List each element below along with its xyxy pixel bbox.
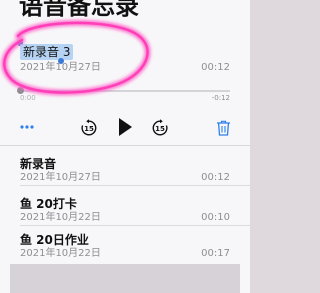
recording-duration: 00:17 <box>201 248 230 259</box>
recording-date: 2021年10月22日 <box>20 248 101 259</box>
page-title-container: 语音备忘录 <box>19 0 139 30</box>
recording-duration: 00:12 <box>201 172 230 183</box>
recording-title: 鱼 20打卡 <box>20 197 77 211</box>
recording-date: 2021年10月27日 <box>20 62 101 73</box>
recording-title: 新录音 <box>20 157 57 171</box>
recording-date: 2021年10月27日 <box>20 172 101 183</box>
time-remaining: -0:12 <box>211 94 230 102</box>
svg-text:15: 15 <box>84 125 94 133</box>
skip-back-15-icon[interactable]: 15 <box>80 119 98 137</box>
recording-duration: 00:12 <box>201 62 230 73</box>
bottom-content-area <box>10 264 240 293</box>
play-icon[interactable] <box>117 117 133 137</box>
trash-icon[interactable] <box>216 120 231 136</box>
skip-forward-15-icon[interactable]: 15 <box>151 119 169 137</box>
time-elapsed: 0:00 <box>20 94 36 102</box>
page-title: 语音备忘录 <box>19 0 139 20</box>
recording-list-item[interactable]: 鱼 20日作业 2021年10月22日 00:17 <box>0 222 250 262</box>
voice-memos-screen: 语音备忘录 新录音 3 2021年10月27日 00:12 0:00 -0:12… <box>0 0 250 293</box>
recording-title: 鱼 20日作业 <box>20 233 89 247</box>
recording-list-item[interactable]: 鱼 20打卡 2021年10月22日 00:10 <box>0 186 250 226</box>
svg-text:15: 15 <box>155 125 165 133</box>
recording-name-field[interactable]: 新录音 3 <box>20 44 74 60</box>
recording-list-item[interactable]: 新录音 2021年10月27日 00:12 <box>0 146 250 186</box>
playback-scrubber[interactable] <box>20 90 230 92</box>
more-icon[interactable] <box>20 124 34 130</box>
scrubber-knob[interactable] <box>17 87 24 94</box>
